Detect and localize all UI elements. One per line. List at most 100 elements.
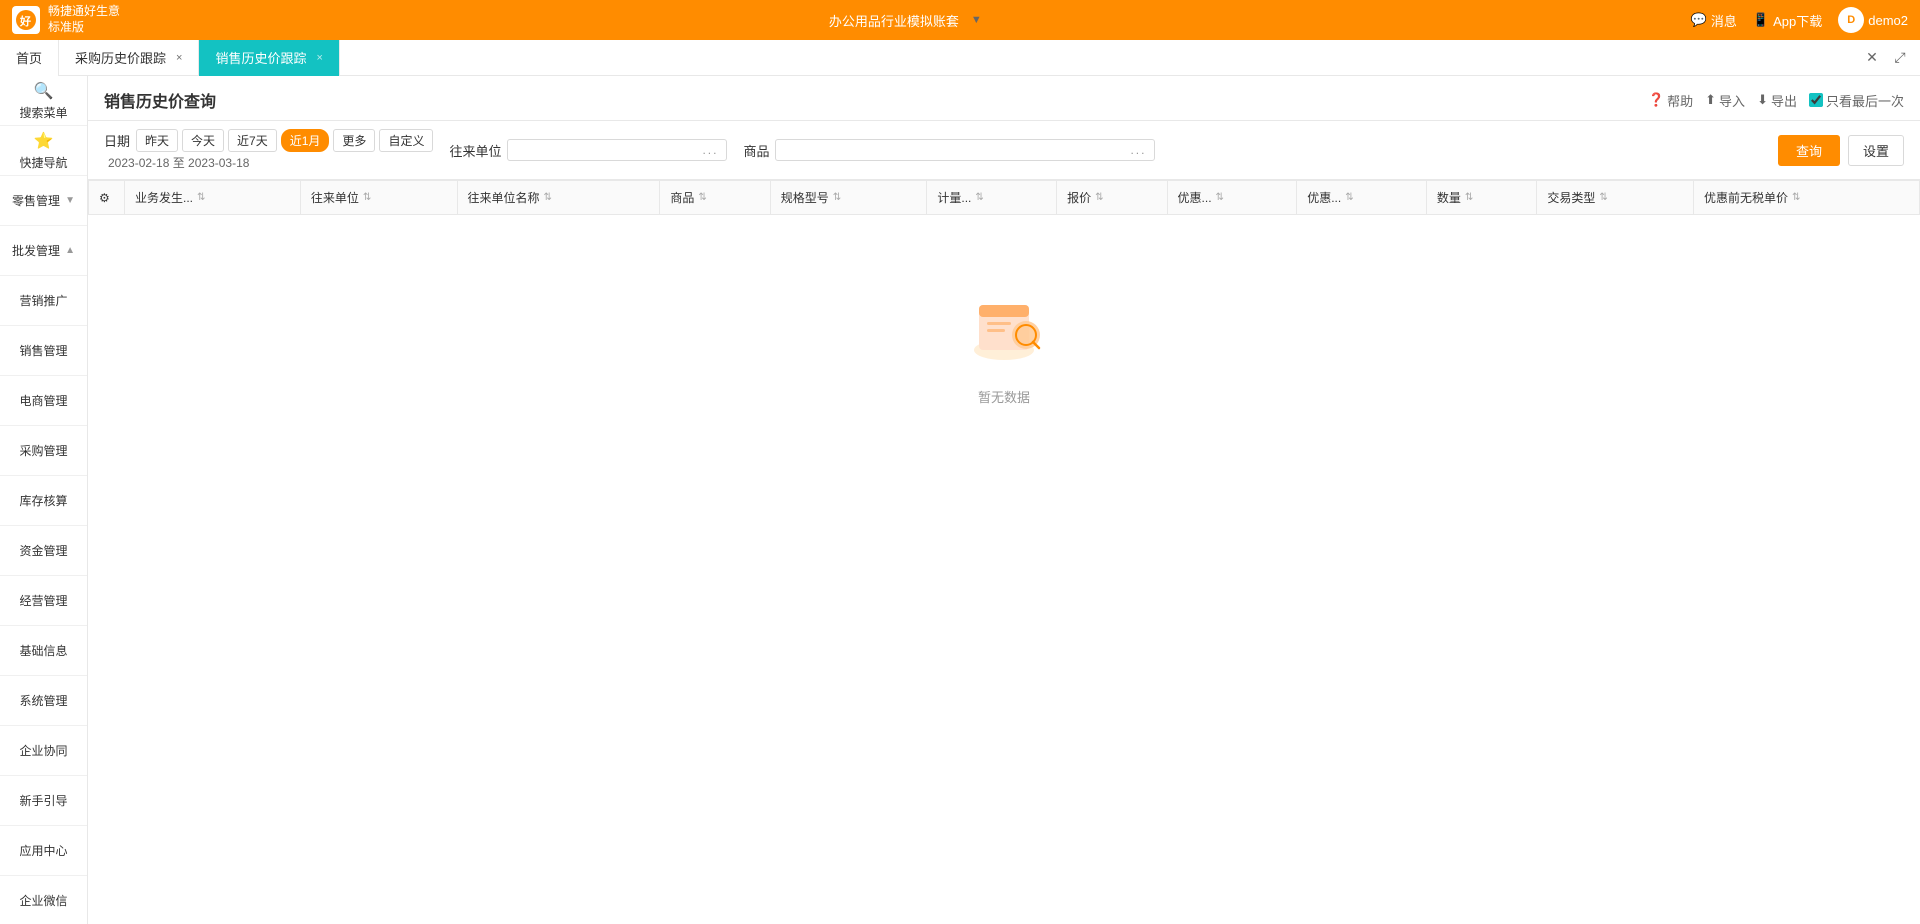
empty-icon <box>954 275 1054 375</box>
col-quantity-label: 数量 <box>1437 189 1461 206</box>
col-trade-type[interactable]: 交易类型 ⇅ <box>1537 181 1694 215</box>
sidebar-item-marketing[interactable]: 营销推广 <box>0 276 87 326</box>
col-discount2[interactable]: 优惠... ⇅ <box>1297 181 1427 215</box>
maximize-window-btn[interactable]: ⤢ <box>1888 46 1912 70</box>
date-btn-custom[interactable]: 自定义 <box>379 129 433 152</box>
counterpart-input[interactable]: ... <box>507 139 727 161</box>
export-icon: ⬇ <box>1757 92 1768 108</box>
col-quote-price[interactable]: 报价 ⇅ <box>1057 181 1167 215</box>
page-header-actions: ❓ 帮助 ⬆ 导入 ⬇ 导出 只看最后一次 <box>1648 91 1904 110</box>
col-biz-date[interactable]: 业务发生... ⇅ <box>125 181 301 215</box>
col-goods[interactable]: 商品 ⇅ <box>660 181 770 215</box>
sidebar-item-sales-mgmt[interactable]: 销售管理 <box>0 326 87 376</box>
empty-text: 暂无数据 <box>978 387 1030 406</box>
logo-icon: 好 <box>12 6 40 34</box>
quick-nav-icon: ⭐ <box>34 131 54 151</box>
col-quantity[interactable]: 数量 ⇅ <box>1426 181 1536 215</box>
page-title-row: 销售历史价查询 ❓ 帮助 ⬆ 导入 ⬇ 导出 <box>104 88 1904 120</box>
topbar-workspace[interactable]: 办公用品行业模拟账套 ▼ <box>829 11 982 30</box>
tabbar: 首页 采购历史价跟踪 × 销售历史价跟踪 × ✕ ⤢ <box>0 40 1920 76</box>
sidebar-item-search-menu[interactable]: 🔍 搜索菜单 <box>0 76 87 126</box>
counterpart-picker-icon: ... <box>702 143 718 157</box>
message-btn[interactable]: 💬 消息 <box>1691 11 1737 30</box>
col-discount1[interactable]: 优惠... ⇅ <box>1167 181 1297 215</box>
help-btn[interactable]: ❓ 帮助 <box>1648 91 1693 110</box>
sidebar-item-system-mgmt[interactable]: 系统管理 <box>0 676 87 726</box>
close-window-btn[interactable]: ✕ <box>1860 46 1884 70</box>
import-btn[interactable]: ⬆ 导入 <box>1705 91 1745 110</box>
col-pre-tax-price[interactable]: 优惠前无税单价 ⇅ <box>1693 181 1919 215</box>
date-btn-7days[interactable]: 近7天 <box>228 129 277 152</box>
sidebar-item-enterprise-collab[interactable]: 企业协同 <box>0 726 87 776</box>
content-area: 销售历史价查询 ❓ 帮助 ⬆ 导入 ⬇ 导出 <box>88 76 1920 924</box>
workspace-dropdown-icon[interactable]: ▼ <box>971 14 982 26</box>
col-spec-sort-icon: ⇅ <box>833 192 841 203</box>
topbar-right: 💬 消息 📱 App下载 D demo2 <box>1691 7 1908 33</box>
col-quantity-sort-icon: ⇅ <box>1465 192 1473 203</box>
col-counterpart-code-sort-icon: ⇅ <box>363 192 371 203</box>
empty-state: 暂无数据 <box>88 215 1920 466</box>
date-btn-1month[interactable]: 近1月 <box>281 129 330 152</box>
page-header: 销售历史价查询 ❓ 帮助 ⬆ 导入 ⬇ 导出 <box>88 76 1920 121</box>
col-spec[interactable]: 规格型号 ⇅ <box>770 181 927 215</box>
sidebar-item-app-center[interactable]: 应用中心 <box>0 826 87 876</box>
tab-home-label: 首页 <box>16 48 42 67</box>
query-button[interactable]: 查询 <box>1778 135 1840 166</box>
tab-sales-history[interactable]: 销售历史价跟踪 × <box>199 40 339 76</box>
sidebar-item-enterprise-wechat[interactable]: 企业微信 <box>0 876 87 924</box>
setting-button[interactable]: 设置 <box>1848 135 1904 166</box>
sidebar-item-retail-mgmt[interactable]: 零售管理 ▼ <box>0 176 87 226</box>
counterpart-filter-group: 往来单位 ... <box>449 139 727 161</box>
col-goods-sort-icon: ⇅ <box>698 192 706 203</box>
tab-home[interactable]: 首页 <box>0 40 59 76</box>
col-quote-price-label: 报价 <box>1067 189 1091 206</box>
col-pre-tax-price-label: 优惠前无税单价 <box>1704 189 1788 206</box>
date-btn-more[interactable]: 更多 <box>333 129 375 152</box>
svg-text:好: 好 <box>19 14 31 28</box>
tab-window-actions: ✕ ⤢ <box>1860 46 1920 70</box>
col-unit[interactable]: 计量... ⇅ <box>927 181 1057 215</box>
app-download-btn[interactable]: 📱 App下载 <box>1753 11 1822 30</box>
sidebar-item-wholesale-mgmt[interactable]: 批发管理 ▲ <box>0 226 87 276</box>
sidebar-item-quick-nav[interactable]: ⭐ 快捷导航 <box>0 126 87 176</box>
sidebar-item-operations-mgmt[interactable]: 经营管理 <box>0 576 87 626</box>
user-menu[interactable]: D demo2 <box>1838 7 1908 33</box>
sidebar: 🔍 搜索菜单 ⭐ 快捷导航 零售管理 ▼ 批发管理 ▲ 营销推广 销售管理 电商… <box>0 76 88 924</box>
settings-gear-icon[interactable]: ⚙ <box>99 191 110 205</box>
goods-input[interactable]: ... <box>775 139 1155 161</box>
date-label: 日期 <box>104 131 130 150</box>
col-spec-label: 规格型号 <box>781 189 829 206</box>
date-quick-btns: 昨天 今天 近7天 近1月 更多 自定义 <box>136 129 433 152</box>
sidebar-item-purchase-mgmt[interactable]: 采购管理 <box>0 426 87 476</box>
message-icon: 💬 <box>1691 12 1707 28</box>
goods-label: 商品 <box>743 141 769 160</box>
topbar: 好 畅捷通好生意 标准版 办公用品行业模拟账套 ▼ 💬 消息 📱 App下载 D… <box>0 0 1920 40</box>
col-goods-label: 商品 <box>670 189 694 206</box>
search-menu-icon: 🔍 <box>34 81 54 101</box>
tab-sales-close-icon[interactable]: × <box>316 52 322 64</box>
col-counterpart-name[interactable]: 往来单位名称 ⇅ <box>457 181 660 215</box>
date-btn-yesterday[interactable]: 昨天 <box>136 129 178 152</box>
col-counterpart-name-sort-icon: ⇅ <box>544 192 552 203</box>
date-btn-today[interactable]: 今天 <box>182 129 224 152</box>
col-unit-label: 计量... <box>937 189 971 206</box>
sidebar-item-ecommerce-mgmt[interactable]: 电商管理 <box>0 376 87 426</box>
help-icon: ❓ <box>1648 92 1664 108</box>
only-last-checkbox[interactable] <box>1809 93 1823 107</box>
export-btn[interactable]: ⬇ 导出 <box>1757 91 1797 110</box>
col-discount2-sort-icon: ⇅ <box>1345 192 1353 203</box>
page-title: 销售历史价查询 <box>104 88 216 112</box>
only-last-toggle[interactable]: 只看最后一次 <box>1809 91 1904 110</box>
sidebar-item-new-guide[interactable]: 新手引导 <box>0 776 87 826</box>
col-counterpart-code[interactable]: 往来单位 ⇅ <box>300 181 457 215</box>
app-download-icon: 📱 <box>1753 12 1769 28</box>
sidebar-item-inventory-calc[interactable]: 库存核算 <box>0 476 87 526</box>
sidebar-item-base-info[interactable]: 基础信息 <box>0 626 87 676</box>
tab-purchase-history[interactable]: 采购历史价跟踪 × <box>59 40 199 76</box>
col-pre-tax-price-sort-icon: ⇅ <box>1792 192 1800 203</box>
col-settings[interactable]: ⚙ <box>89 181 125 215</box>
sidebar-item-finance-mgmt[interactable]: 资金管理 <box>0 526 87 576</box>
wholesale-expand-icon: ▲ <box>65 245 75 256</box>
tab-purchase-label: 采购历史价跟踪 <box>75 48 166 67</box>
tab-purchase-close-icon[interactable]: × <box>176 52 182 64</box>
